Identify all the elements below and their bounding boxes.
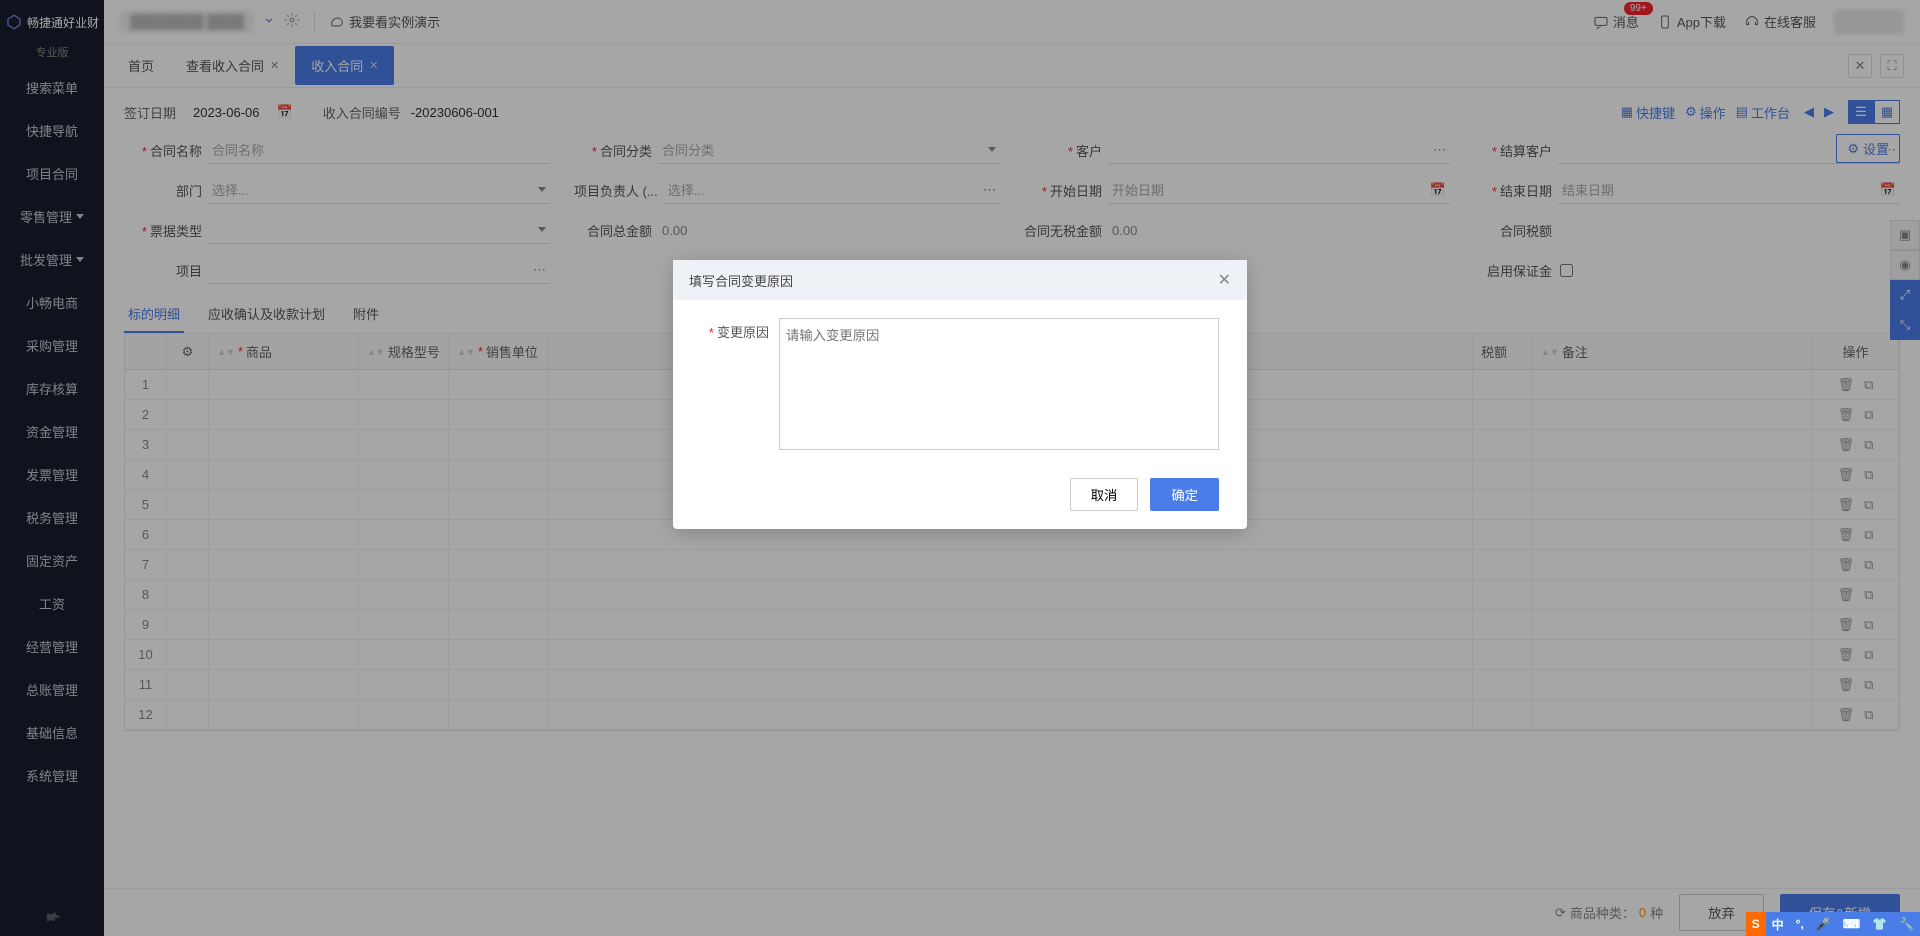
ime-tool-icon[interactable]: 🔧 [1893, 912, 1920, 936]
modal-confirm-button[interactable]: 确定 [1150, 478, 1219, 511]
ime-punct-icon[interactable]: °, [1790, 912, 1810, 936]
modal-close-icon[interactable]: ✕ [1218, 270, 1231, 290]
ime-lang[interactable]: 中 [1766, 912, 1790, 936]
change-reason-modal: 填写合同变更原因 ✕ 变更原因 取消 确定 [673, 260, 1247, 529]
ime-mic-icon[interactable]: 🎤 [1810, 912, 1837, 936]
ime-toolbar[interactable]: S 中 °, 🎤 ⌨ 👕 🔧 [1746, 912, 1920, 936]
ime-skin-icon[interactable]: 👕 [1866, 912, 1893, 936]
modal-field-label: 变更原因 [701, 318, 769, 450]
change-reason-textarea[interactable] [779, 318, 1219, 450]
ime-s-icon[interactable]: S [1746, 912, 1766, 936]
modal-cancel-button[interactable]: 取消 [1070, 478, 1139, 511]
ime-kbd-icon[interactable]: ⌨ [1837, 912, 1866, 936]
modal-title: 填写合同变更原因 [689, 271, 793, 290]
